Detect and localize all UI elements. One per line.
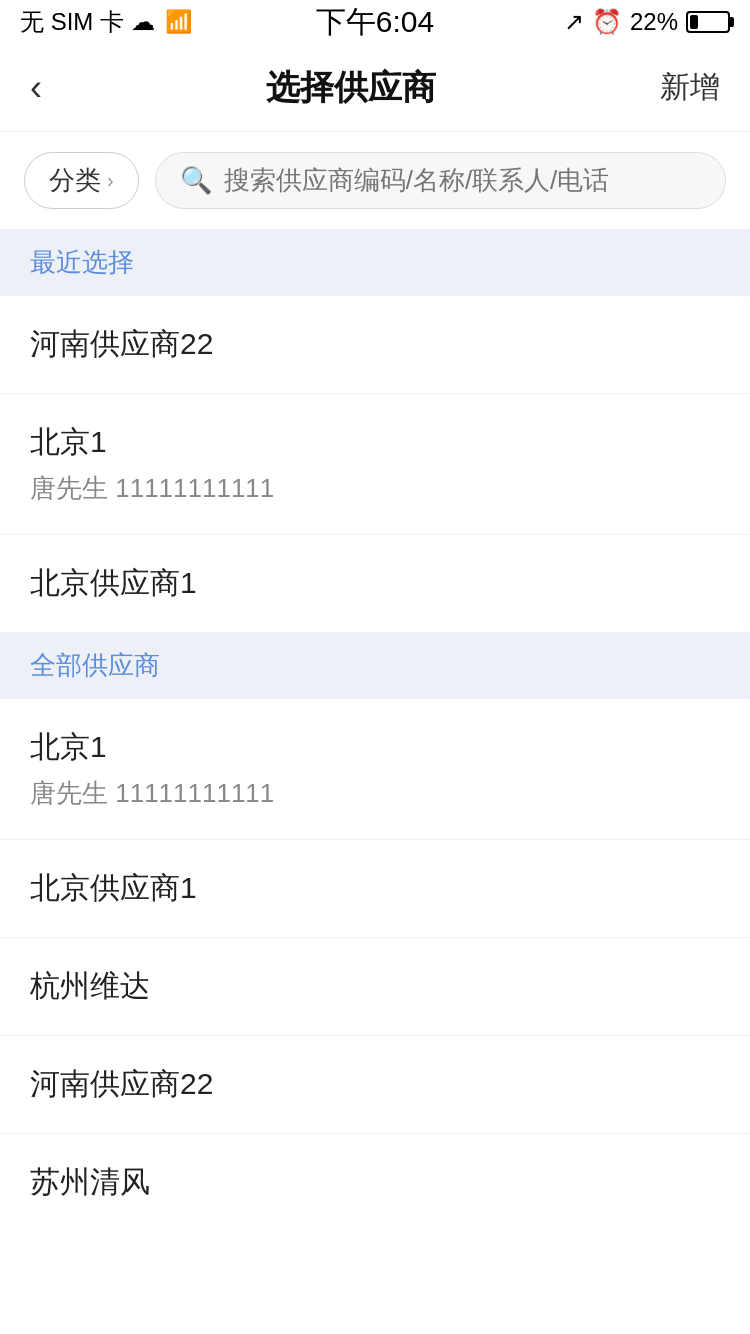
list-item[interactable]: 河南供应商22 bbox=[0, 1036, 750, 1134]
search-icon: 🔍 bbox=[180, 165, 212, 196]
chevron-right-icon: › bbox=[107, 169, 114, 192]
status-time: 下午6:04 bbox=[316, 2, 434, 43]
list-item[interactable]: 北京供应商1 bbox=[0, 840, 750, 938]
supplier-sub: 唐先生 11111111111 bbox=[30, 776, 720, 811]
filter-row: 分类 › 🔍 bbox=[0, 132, 750, 229]
supplier-name: 北京供应商1 bbox=[30, 868, 720, 909]
page-title: 选择供应商 bbox=[266, 65, 436, 111]
supplier-name: 苏州清风 bbox=[30, 1162, 720, 1203]
list-item[interactable]: 河南供应商22 bbox=[0, 296, 750, 394]
list-item[interactable]: 北京1 唐先生 11111111111 bbox=[0, 699, 750, 840]
list-item[interactable]: 北京1 唐先生 11111111111 bbox=[0, 394, 750, 535]
supplier-name: 河南供应商22 bbox=[30, 324, 720, 365]
search-input[interactable] bbox=[224, 165, 701, 196]
add-button[interactable]: 新增 bbox=[660, 67, 720, 108]
all-section-header: 全部供应商 bbox=[0, 632, 750, 699]
battery-bar bbox=[686, 11, 730, 33]
battery-percent: 22% bbox=[630, 8, 678, 36]
supplier-name: 北京1 bbox=[30, 422, 720, 463]
status-left: 无 SIM 卡 ☁ 📶 bbox=[20, 6, 192, 38]
category-label: 分类 bbox=[49, 163, 101, 198]
supplier-sub: 唐先生 11111111111 bbox=[30, 471, 720, 506]
recent-supplier-list: 河南供应商22 北京1 唐先生 11111111111 北京供应商1 bbox=[0, 296, 750, 632]
list-item[interactable]: 北京供应商1 bbox=[0, 535, 750, 632]
back-button[interactable]: ‹ bbox=[30, 67, 42, 109]
recent-section-header: 最近选择 bbox=[0, 229, 750, 296]
alarm-icon: ⏰ bbox=[592, 8, 622, 36]
category-button[interactable]: 分类 › bbox=[24, 152, 139, 209]
location-icon: ↗ bbox=[564, 8, 584, 36]
supplier-name: 杭州维达 bbox=[30, 966, 720, 1007]
recent-section-label: 最近选择 bbox=[30, 247, 134, 277]
supplier-name: 河南供应商22 bbox=[30, 1064, 720, 1105]
list-item[interactable]: 杭州维达 bbox=[0, 938, 750, 1036]
supplier-name: 北京1 bbox=[30, 727, 720, 768]
status-right: ↗ ⏰ 22% bbox=[564, 8, 730, 36]
all-section-label: 全部供应商 bbox=[30, 650, 160, 680]
status-bar: 无 SIM 卡 ☁ 📶 下午6:04 ↗ ⏰ 22% bbox=[0, 0, 750, 44]
list-item[interactable]: 苏州清风 bbox=[0, 1134, 750, 1231]
search-box[interactable]: 🔍 bbox=[155, 152, 726, 209]
nav-bar: ‹ 选择供应商 新增 bbox=[0, 44, 750, 132]
sim-status: 无 SIM 卡 ☁ bbox=[20, 6, 155, 38]
supplier-name: 北京供应商1 bbox=[30, 563, 720, 604]
all-supplier-list: 北京1 唐先生 11111111111 北京供应商1 杭州维达河南供应商22 苏州清风 bbox=[0, 699, 750, 1231]
battery-fill bbox=[690, 15, 698, 29]
wifi-icon: 📶 bbox=[165, 9, 192, 35]
